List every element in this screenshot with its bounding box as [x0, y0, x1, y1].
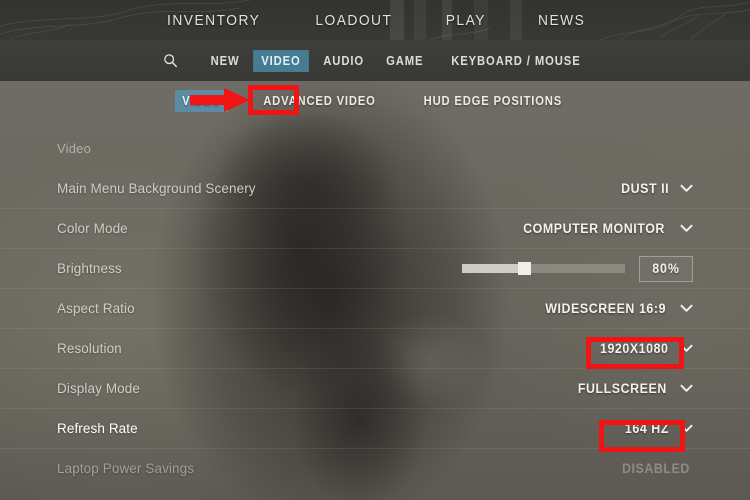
- setting-label: Main Menu Background Scenery: [57, 180, 256, 196]
- chevron-down-icon: [680, 304, 693, 312]
- setting-value: 80%: [652, 261, 680, 276]
- setting-value: DUST II: [620, 180, 669, 196]
- search-icon: [164, 54, 178, 68]
- refresh-rate-dropdown[interactable]: 164 HZ: [623, 421, 693, 436]
- setting-row-refresh-rate[interactable]: Refresh Rate 164 HZ: [0, 408, 750, 448]
- setting-row-resolution[interactable]: Resolution 1920X1080: [0, 328, 750, 368]
- setting-row-aspect-ratio[interactable]: Aspect Ratio WIDESCREEN 16:9: [0, 288, 750, 328]
- setting-value: COMPUTER MONITOR: [523, 221, 665, 236]
- section-title-video: Video: [57, 140, 92, 156]
- chevron-down-icon: [680, 424, 693, 432]
- setting-label: Color Mode: [57, 221, 128, 236]
- setting-value: WIDESCREEN 16:9: [544, 301, 666, 316]
- display-mode-dropdown[interactable]: FULLSCREEN: [574, 381, 693, 396]
- setting-row-display-mode[interactable]: Display Mode FULLSCREEN: [0, 368, 750, 408]
- brightness-value-box[interactable]: 80%: [639, 255, 693, 282]
- tab-game[interactable]: GAME: [378, 50, 432, 72]
- nav-item-inventory[interactable]: INVENTORY: [167, 12, 260, 29]
- setting-value: FULLSCREEN: [578, 381, 668, 396]
- setting-row-main-menu-background-scenery[interactable]: Main Menu Background Scenery DUST II: [0, 168, 750, 208]
- aspect-ratio-dropdown[interactable]: WIDESCREEN 16:9: [540, 301, 693, 316]
- chevron-down-icon: [680, 224, 693, 232]
- settings-list: Video Main Menu Background Scenery DUST …: [0, 128, 750, 488]
- chevron-down-icon: [680, 344, 693, 352]
- setting-label: Brightness: [57, 261, 122, 276]
- brightness-slider[interactable]: [462, 262, 625, 275]
- setting-value: DISABLED: [622, 461, 691, 476]
- setting-label: Resolution: [57, 341, 122, 356]
- nav-item-play[interactable]: PLAY: [446, 12, 486, 29]
- settings-tab-bar: NEW VIDEO AUDIO GAME KEYBOARD / MOUSE: [0, 40, 750, 81]
- laptop-power-savings-value: DISABLED: [619, 461, 693, 476]
- setting-row-laptop-power-savings: Laptop Power Savings DISABLED: [0, 448, 750, 488]
- settings-sub-tab-bar: VIDEO ADVANCED VIDEO HUD EDGE POSITIONS: [0, 81, 750, 121]
- brightness-control[interactable]: 80%: [462, 255, 693, 282]
- chevron-down-icon: [680, 384, 693, 392]
- setting-row-color-mode[interactable]: Color Mode COMPUTER MONITOR: [0, 208, 750, 248]
- tab-audio[interactable]: AUDIO: [315, 50, 372, 72]
- nav-item-loadout[interactable]: LOADOUT: [316, 12, 393, 29]
- tab-keyboard-mouse[interactable]: KEYBOARD / MOUSE: [443, 50, 589, 72]
- sub-tab-advanced-video[interactable]: ADVANCED VIDEO: [256, 90, 383, 112]
- tab-video[interactable]: VIDEO: [252, 49, 309, 72]
- resolution-dropdown[interactable]: 1920X1080: [597, 341, 693, 356]
- setting-label: Laptop Power Savings: [57, 461, 195, 476]
- color-mode-dropdown[interactable]: COMPUTER MONITOR: [517, 221, 693, 236]
- brightness-slider-fill: [462, 264, 524, 273]
- setting-label: Display Mode: [57, 381, 140, 396]
- background-scenery-dropdown[interactable]: DUST II: [619, 181, 693, 196]
- sub-tab-video[interactable]: VIDEO: [174, 90, 229, 112]
- sub-tab-hud-edge-positions[interactable]: HUD EDGE POSITIONS: [417, 90, 570, 112]
- setting-label: Aspect Ratio: [57, 301, 135, 316]
- main-navigation: INVENTORY LOADOUT PLAY NEWS: [0, 0, 750, 40]
- setting-value: 164 HZ: [625, 421, 670, 436]
- game-settings-screen: INVENTORY LOADOUT PLAY NEWS NEW VIDEO AU…: [0, 0, 750, 500]
- brightness-slider-handle[interactable]: [517, 262, 531, 275]
- chevron-down-icon: [680, 184, 693, 192]
- setting-value: 1920X1080: [599, 341, 669, 356]
- top-header-bar: INVENTORY LOADOUT PLAY NEWS: [0, 0, 750, 40]
- setting-label: Refresh Rate: [57, 421, 138, 436]
- nav-item-news[interactable]: NEWS: [538, 12, 585, 29]
- tab-new[interactable]: NEW: [202, 50, 247, 72]
- search-button[interactable]: [154, 53, 188, 68]
- setting-row-brightness[interactable]: Brightness 80%: [0, 248, 750, 288]
